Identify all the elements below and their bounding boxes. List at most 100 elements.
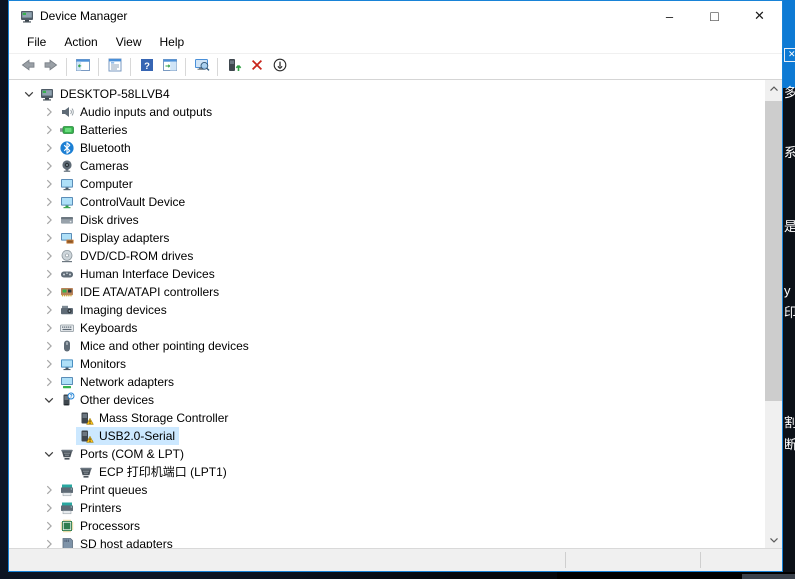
tree-item-ecp-lpt1[interactable]: ECP 打印机端口 (LPT1) — [76, 463, 231, 481]
chevron-collapsed-icon[interactable] — [41, 356, 57, 372]
background-glyph: 是 — [784, 219, 795, 234]
toolbar-properties-button[interactable] — [103, 56, 126, 78]
toolbar-update-driver-button[interactable] — [222, 56, 245, 78]
tree-row-cameras[interactable]: Cameras — [9, 157, 765, 175]
tree-item-ports-com-lpt[interactable]: Ports (COM & LPT) — [57, 445, 188, 463]
chevron-expanded-icon[interactable] — [41, 446, 57, 462]
tree-row-batteries[interactable]: Batteries — [9, 121, 765, 139]
chevron-collapsed-icon[interactable] — [41, 194, 57, 210]
toolbar-uninstall-device-button[interactable] — [245, 56, 268, 78]
tree-item-processors[interactable]: Processors — [57, 517, 144, 535]
chevron-collapsed-icon[interactable] — [41, 212, 57, 228]
tree-item-display-adapters[interactable]: Display adapters — [57, 229, 173, 247]
chevron-collapsed-icon[interactable] — [41, 302, 57, 318]
tree-row-display-adapters[interactable]: Display adapters — [9, 229, 765, 247]
menu-file[interactable]: File — [18, 33, 55, 52]
tree-row-ide-ata-atapi-controllers[interactable]: IDE ATA/ATAPI controllers — [9, 283, 765, 301]
chevron-collapsed-icon[interactable] — [41, 518, 57, 534]
tree-row-audio-inputs-and-outputs[interactable]: Audio inputs and outputs — [9, 103, 765, 121]
tree-row-network-adapters[interactable]: Network adapters — [9, 373, 765, 391]
tree-item-mice-and-other-pointing-devices[interactable]: Mice and other pointing devices — [57, 337, 253, 355]
tree-item-other-devices[interactable]: ? Other devices — [57, 391, 158, 409]
chevron-expanded-icon[interactable] — [41, 392, 57, 408]
vertical-scrollbar[interactable] — [765, 80, 782, 548]
tree-item-ide-ata-atapi-controllers[interactable]: IDE ATA/ATAPI controllers — [57, 283, 223, 301]
chevron-collapsed-icon[interactable] — [41, 158, 57, 174]
maximize-button[interactable]: □ — [692, 1, 737, 31]
tree-row-dvd-cd-rom-drives[interactable]: DVD/CD-ROM drives — [9, 247, 765, 265]
tree-item-human-interface-devices[interactable]: Human Interface Devices — [57, 265, 219, 283]
scroll-down-button[interactable] — [765, 531, 782, 548]
tree-item-bluetooth[interactable]: Bluetooth — [57, 139, 135, 157]
tree-item-print-queues[interactable]: Print queues — [57, 481, 151, 499]
tree-row-mass-storage-controller[interactable]: Mass Storage Controller — [9, 409, 765, 427]
toolbar-show-console-tree-button[interactable] — [71, 56, 94, 78]
chevron-collapsed-icon[interactable] — [41, 338, 57, 354]
tree-row-computer[interactable]: Computer — [9, 175, 765, 193]
tree-item-cameras[interactable]: Cameras — [57, 157, 133, 175]
tree-item-monitors[interactable]: Monitors — [57, 355, 130, 373]
tree-item-controlvault-device[interactable]: ControlVault Device — [57, 193, 189, 211]
tree-item-network-adapters[interactable]: Network adapters — [57, 373, 178, 391]
tree-row-mice-and-other-pointing-devices[interactable]: Mice and other pointing devices — [9, 337, 765, 355]
chevron-collapsed-icon[interactable] — [41, 176, 57, 192]
tree-row-monitors[interactable]: Monitors — [9, 355, 765, 373]
chevron-collapsed-icon[interactable] — [41, 266, 57, 282]
tree-row-other-devices[interactable]: ? Other devices — [9, 391, 765, 409]
toolbar-help-button[interactable]: ? — [135, 56, 158, 78]
toolbar-forward-button[interactable] — [39, 56, 62, 78]
tree-item-keyboards[interactable]: Keyboards — [57, 319, 141, 337]
tree-item-sd-host-adapters[interactable]: SD host adapters — [57, 535, 177, 548]
toolbar-scan-hardware-changes-button[interactable] — [190, 56, 213, 78]
tree-row-print-queues[interactable]: Print queues — [9, 481, 765, 499]
menu-help[interactable]: Help — [151, 33, 194, 52]
chevron-collapsed-icon[interactable] — [41, 536, 57, 548]
chevron-collapsed-icon[interactable] — [41, 320, 57, 336]
tree-row-usb2-0-serial[interactable]: USB2.0-Serial — [9, 427, 765, 445]
tree-row-controlvault-device[interactable]: ControlVault Device — [9, 193, 765, 211]
chevron-collapsed-icon[interactable] — [41, 284, 57, 300]
tree-item-usb2-0-serial[interactable]: USB2.0-Serial — [76, 427, 180, 445]
background-window-strip: ✕ 多系是 y 印割断 — [783, 0, 795, 579]
tree-row-ports-com-lpt[interactable]: Ports (COM & LPT) — [9, 445, 765, 463]
tree-row-imaging-devices[interactable]: Imaging devices — [9, 301, 765, 319]
toolbar-disable-device-button[interactable] — [268, 56, 291, 78]
chevron-collapsed-icon[interactable] — [41, 482, 57, 498]
tree-row-sd-host-adapters[interactable]: SD host adapters — [9, 535, 765, 548]
tree-item-imaging-devices[interactable]: Imaging devices — [57, 301, 171, 319]
tree-item-computer[interactable]: Computer — [57, 175, 137, 193]
chevron-collapsed-icon[interactable] — [41, 374, 57, 390]
chevron-collapsed-icon[interactable] — [41, 140, 57, 156]
display-adapter-icon — [59, 230, 75, 246]
toolbar-back-button[interactable] — [16, 56, 39, 78]
tree-row-bluetooth[interactable]: Bluetooth — [9, 139, 765, 157]
tree-row-human-interface-devices[interactable]: Human Interface Devices — [9, 265, 765, 283]
scrollbar-thumb[interactable] — [765, 101, 782, 401]
minimize-button[interactable]: – — [647, 1, 692, 31]
chevron-expanded-icon[interactable] — [21, 86, 37, 102]
tree-row-keyboards[interactable]: Keyboards — [9, 319, 765, 337]
tree-row-ecp-lpt1[interactable]: ECP 打印机端口 (LPT1) — [9, 463, 765, 481]
tree-item-printers[interactable]: Printers — [57, 499, 125, 517]
tree-item-disk-drives[interactable]: Disk drives — [57, 211, 143, 229]
chevron-collapsed-icon[interactable] — [41, 122, 57, 138]
tree-item-audio-inputs-and-outputs[interactable]: Audio inputs and outputs — [57, 103, 216, 121]
chevron-collapsed-icon[interactable] — [41, 104, 57, 120]
tree-item-dvd-cd-rom-drives[interactable]: DVD/CD-ROM drives — [57, 247, 197, 265]
tree-item-desktop-58llvb4[interactable]: DESKTOP-58LLVB4 — [37, 85, 174, 103]
tree-row-disk-drives[interactable]: Disk drives — [9, 211, 765, 229]
chevron-collapsed-icon[interactable] — [41, 248, 57, 264]
scroll-up-button[interactable] — [765, 80, 782, 97]
menu-action[interactable]: Action — [55, 33, 106, 52]
tree-row-printers[interactable]: Printers — [9, 499, 765, 517]
chevron-collapsed-icon[interactable] — [41, 500, 57, 516]
tree-item-batteries[interactable]: Batteries — [57, 121, 131, 139]
close-button[interactable]: ✕ — [737, 1, 782, 31]
tree-item-label: Audio inputs and outputs — [80, 105, 213, 119]
tree-row-desktop-58llvb4[interactable]: DESKTOP-58LLVB4 — [9, 85, 765, 103]
toolbar-export-list-button[interactable] — [158, 56, 181, 78]
menu-view[interactable]: View — [107, 33, 151, 52]
tree-row-processors[interactable]: Processors — [9, 517, 765, 535]
tree-item-mass-storage-controller[interactable]: Mass Storage Controller — [76, 409, 232, 427]
chevron-collapsed-icon[interactable] — [41, 230, 57, 246]
